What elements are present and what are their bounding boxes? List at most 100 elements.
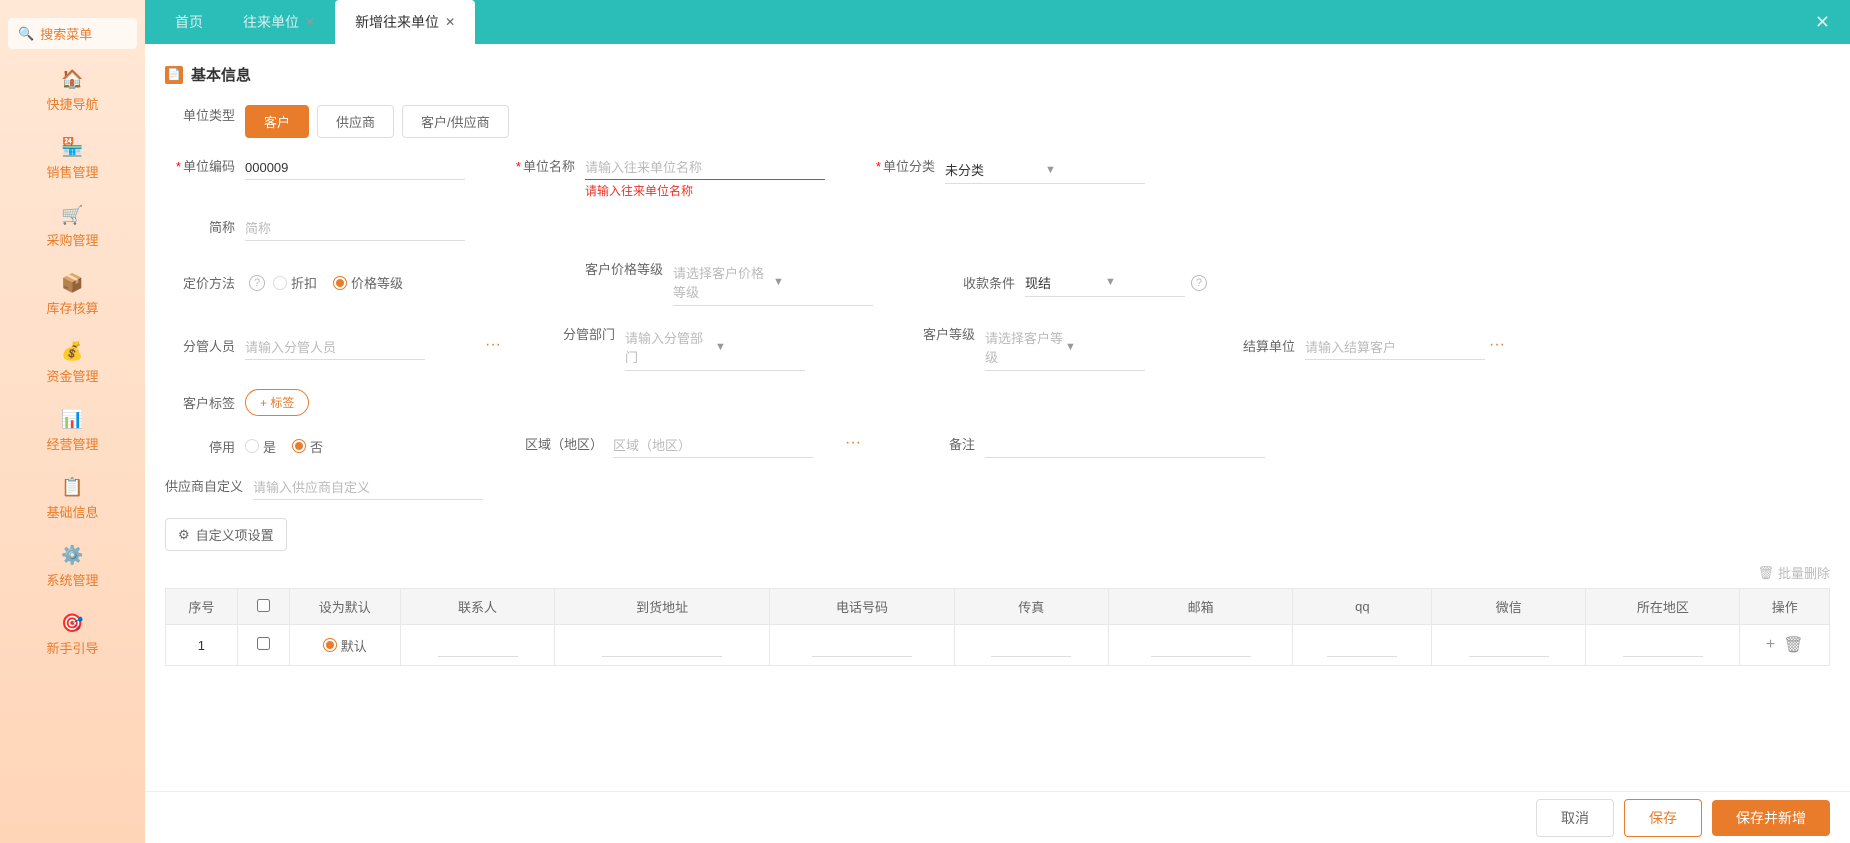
region-more-btn[interactable]: ···: [841, 434, 865, 452]
contact-table: 序号 设为默认 联系人 到货地址 电话号码 传真 邮箱 qq 微信 所在地区 操…: [165, 588, 1830, 666]
region-field: [613, 434, 841, 458]
abbreviation-label: 简称: [165, 217, 245, 236]
sidebar-item-basic-info[interactable]: 📋 基础信息: [0, 465, 145, 533]
add-row-button[interactable]: +: [1766, 636, 1775, 654]
col-fax: 传真: [954, 589, 1108, 625]
unit-type-customer[interactable]: 客户: [245, 105, 309, 138]
unit-category-select[interactable]: 未分类 ▼: [945, 156, 1145, 184]
unit-type-supplier[interactable]: 供应商: [317, 105, 394, 138]
save-button[interactable]: 保存: [1624, 799, 1702, 837]
pricing-row: 定价方法 ? 折扣 价格等级: [165, 259, 1830, 306]
col-wechat: 微信: [1432, 589, 1586, 625]
unit-name-group: 单位名称 请输入往来单位名称: [505, 156, 825, 199]
manager-input[interactable]: [245, 336, 425, 360]
abbreviation-input[interactable]: [245, 217, 465, 241]
row-no: 1: [166, 625, 238, 666]
table-body: 1 默认: [166, 625, 1830, 666]
sidebar-item-operations[interactable]: 📊 经营管理: [0, 397, 145, 465]
sidebar-item-quick-nav[interactable]: 🏠 快捷导航: [0, 57, 145, 125]
row-email: [1108, 625, 1293, 666]
col-checkbox: [237, 589, 289, 625]
customer-price-level-select[interactable]: 请选择客户价格等级 ▼: [673, 259, 873, 306]
row-phone: [770, 625, 955, 666]
close-all-tabs[interactable]: ✕: [1805, 12, 1840, 33]
save-and-new-button[interactable]: 保存并新增: [1712, 800, 1830, 836]
region-input[interactable]: [613, 434, 813, 458]
row-phone-input[interactable]: [812, 633, 912, 657]
col-actions: 操作: [1740, 589, 1830, 625]
row-region-input[interactable]: [1623, 633, 1703, 657]
manager-field: [245, 336, 481, 360]
sidebar-item-finance[interactable]: 💰 资金管理: [0, 329, 145, 397]
customer-tag-row: 客户标签 + 标签: [165, 389, 1830, 416]
sidebar-item-system[interactable]: ⚙️ 系统管理: [0, 533, 145, 601]
row-email-input[interactable]: [1151, 633, 1251, 657]
section-header: 📄 基本信息: [165, 64, 1830, 85]
pricing-level[interactable]: 价格等级: [333, 273, 403, 292]
tab-partners[interactable]: 往来单位 ✕: [223, 0, 335, 44]
department-arrow-icon: ▼: [715, 341, 805, 353]
unit-name-field: 请输入往来单位名称: [585, 156, 825, 199]
payment-terms-label: 收款条件: [945, 273, 1025, 292]
unit-code-label: 单位编码: [165, 156, 245, 175]
unit-name-label: 单位名称: [505, 156, 585, 175]
region-label: 区域（地区）: [525, 434, 613, 453]
unit-code-group: 单位编码: [165, 156, 465, 180]
payment-terms-help-icon[interactable]: ?: [1191, 275, 1207, 291]
customer-level-arrow-icon: ▼: [1065, 341, 1145, 353]
customer-level-label: 客户等级: [905, 324, 985, 343]
sidebar-item-inventory[interactable]: 📦 库存核算: [0, 261, 145, 329]
unit-code-input[interactable]: [245, 156, 465, 180]
row-wechat-input[interactable]: [1469, 633, 1549, 657]
finance-icon: 💰: [61, 341, 83, 362]
category-arrow-icon: ▼: [1045, 164, 1145, 176]
manager-more-btn[interactable]: ···: [481, 336, 505, 354]
notes-input[interactable]: [985, 434, 1265, 458]
close-new-partner-tab[interactable]: ✕: [445, 15, 455, 29]
pricing-help-icon[interactable]: ?: [249, 275, 265, 291]
settlement-unit-input[interactable]: [1305, 336, 1485, 360]
pricing-discount[interactable]: 折扣: [273, 273, 317, 292]
tab-new-partner[interactable]: 新增往来单位 ✕: [335, 0, 475, 44]
default-radio-circle: [323, 638, 337, 652]
payment-terms-select[interactable]: 现结 ▼: [1025, 269, 1185, 297]
abbreviation-field: [245, 217, 465, 241]
department-select[interactable]: 请输入分管部门 ▼: [625, 324, 805, 371]
unit-type-both[interactable]: 客户/供应商: [402, 105, 509, 138]
row-fax-input[interactable]: [991, 633, 1071, 657]
row-address-input[interactable]: [602, 633, 722, 657]
unit-category-label: 单位分类: [865, 156, 945, 175]
batch-delete-label[interactable]: 批量删除: [1778, 563, 1830, 582]
col-email: 邮箱: [1108, 589, 1293, 625]
delete-row-button[interactable]: 🗑: [1783, 635, 1803, 655]
custom-settings-button[interactable]: ⚙ 自定义项设置: [165, 518, 287, 551]
supplier-custom-field: [253, 476, 505, 500]
close-partners-tab[interactable]: ✕: [305, 15, 315, 29]
customer-price-level-group: 客户价格等级 请选择客户价格等级 ▼: [585, 259, 905, 306]
supplier-custom-input[interactable]: [253, 476, 483, 500]
row-select-checkbox[interactable]: [257, 637, 270, 650]
unit-name-error: 请输入往来单位名称: [585, 182, 825, 199]
row-default-radio[interactable]: 默认: [300, 636, 390, 655]
row-region: [1586, 625, 1740, 666]
disabled-yes[interactable]: 是: [245, 437, 276, 456]
sidebar-item-guide[interactable]: 🎯 新手引导: [0, 601, 145, 669]
col-region: 所在地区: [1586, 589, 1740, 625]
customer-level-select[interactable]: 请选择客户等级 ▼: [985, 324, 1145, 371]
sidebar-item-sales[interactable]: 🏪 销售管理: [0, 125, 145, 193]
col-address: 到货地址: [555, 589, 770, 625]
add-tag-button[interactable]: + 标签: [245, 389, 309, 416]
select-all-checkbox[interactable]: [257, 599, 270, 612]
disabled-label: 停用: [165, 437, 245, 456]
disabled-no[interactable]: 否: [292, 437, 323, 456]
settlement-more-btn[interactable]: ···: [1485, 336, 1509, 354]
row-contact-input[interactable]: [438, 633, 518, 657]
disabled-no-radio: [292, 439, 306, 453]
search-menu[interactable]: 🔍 搜索菜单: [8, 18, 137, 49]
tab-home[interactable]: 首页: [155, 0, 223, 44]
cancel-button[interactable]: 取消: [1536, 799, 1614, 837]
sidebar-item-purchase[interactable]: 🛒 采购管理: [0, 193, 145, 261]
row-qq-input[interactable]: [1327, 633, 1397, 657]
unit-name-input[interactable]: [585, 156, 825, 180]
unit-type-label: 单位类型: [165, 105, 245, 124]
